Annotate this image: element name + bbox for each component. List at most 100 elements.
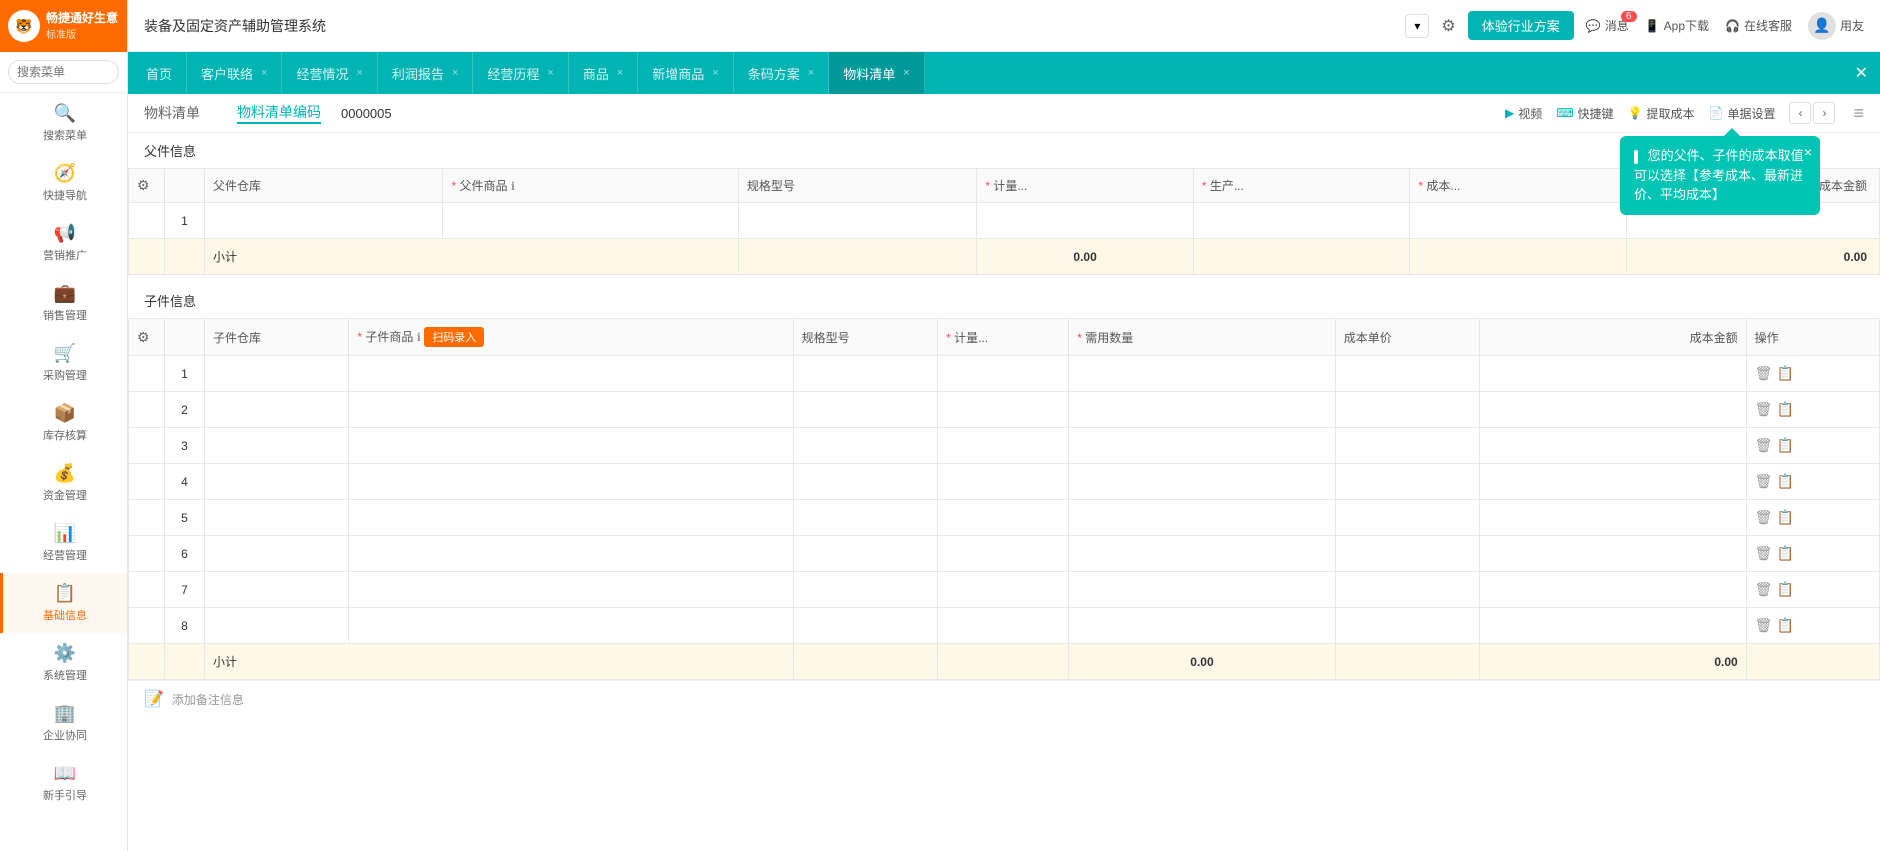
tab-goods[interactable]: 商品 × (569, 52, 638, 94)
child-r2-warehouse[interactable] (205, 392, 349, 428)
video-button[interactable]: ▶ 视频 (1505, 105, 1542, 122)
tooltip-close-button[interactable]: × (1804, 142, 1812, 163)
tab-profit[interactable]: 利润报告 × (378, 52, 473, 94)
user-action[interactable]: 👤 用友 (1808, 12, 1864, 40)
close-history-tab[interactable]: × (547, 67, 553, 79)
child-r7-warehouse[interactable] (205, 572, 349, 608)
child-r7-spec[interactable] (793, 572, 937, 608)
parent-production-cell[interactable] (1193, 203, 1410, 239)
child-r1-unit-cost[interactable] (1335, 356, 1479, 392)
close-client-tab[interactable]: × (261, 67, 267, 79)
sidebar-item-purchase[interactable]: 🛒 采购管理 (0, 333, 127, 393)
child-r4-unit[interactable] (938, 464, 1069, 500)
child-r3-quantity[interactable] (1069, 428, 1336, 464)
parent-goods-cell[interactable] (443, 203, 738, 239)
child-r2-spec[interactable] (793, 392, 937, 428)
child-r7-quantity[interactable] (1069, 572, 1336, 608)
child-r5-quantity[interactable] (1069, 500, 1336, 536)
prev-button[interactable]: ‹ (1789, 102, 1811, 124)
tab-bom[interactable]: 物料清单 × (829, 52, 924, 94)
child-r3-warehouse[interactable] (205, 428, 349, 464)
child-r1-unit[interactable] (938, 356, 1069, 392)
child-r6-warehouse[interactable] (205, 536, 349, 572)
child-r5-unit[interactable] (938, 500, 1069, 536)
tab-home[interactable]: 首页 (132, 52, 187, 94)
sidebar-item-system[interactable]: ⚙️ 系统管理 (0, 633, 127, 693)
bom-list-tab[interactable]: 物料清单 (144, 103, 200, 123)
child-r3-goods[interactable] (349, 428, 793, 464)
child-gear-icon[interactable]: ⚙ (137, 329, 150, 345)
tab-operations[interactable]: 经营情况 × (282, 52, 377, 94)
child-r4-unit-cost[interactable] (1335, 464, 1479, 500)
delete-icon-r2[interactable]: 🗑 (1755, 401, 1773, 418)
parent-gear-icon[interactable]: ⚙ (137, 177, 150, 193)
copy-icon-r4[interactable]: 📋 (1776, 473, 1793, 490)
child-r2-unit-cost[interactable] (1335, 392, 1479, 428)
bom-code-tab[interactable]: 物料清单编码 (237, 102, 321, 124)
parent-warehouse-cell[interactable] (205, 203, 443, 239)
parent-cost-cell[interactable] (1410, 203, 1627, 239)
sidebar-item-ops[interactable]: 📊 经营管理 (0, 513, 127, 573)
copy-icon-r6[interactable]: 📋 (1776, 545, 1793, 562)
child-r1-goods[interactable] (349, 356, 793, 392)
parent-unit-cell[interactable] (977, 203, 1194, 239)
sidebar-item-corp[interactable]: 🏢 企业协同 (0, 693, 127, 753)
child-r2-goods[interactable] (349, 392, 793, 428)
message-action[interactable]: 💬 消息 6 (1586, 17, 1629, 34)
close-bom-tab[interactable]: × (903, 67, 909, 79)
menu-icon[interactable]: ≡ (1849, 103, 1864, 124)
copy-icon-r8[interactable]: 📋 (1776, 617, 1793, 634)
child-r3-unit-cost[interactable] (1335, 428, 1479, 464)
app-download-action[interactable]: 📱 App下载 (1645, 17, 1709, 34)
tab-history[interactable]: 经营历程 × (473, 52, 568, 94)
delete-icon-r3[interactable]: 🗑 (1755, 437, 1773, 454)
delete-icon-r1[interactable]: 🗑 (1755, 365, 1773, 382)
close-operations-tab[interactable]: × (356, 67, 362, 79)
child-r8-spec[interactable] (793, 608, 937, 644)
system-dropdown[interactable]: ▾ (1405, 14, 1429, 38)
close-goods-tab[interactable]: × (617, 67, 623, 79)
delete-icon-r6[interactable]: 🗑 (1755, 545, 1773, 562)
child-r2-unit[interactable] (938, 392, 1069, 428)
child-r3-spec[interactable] (793, 428, 937, 464)
delete-icon-r4[interactable]: 🗑 (1755, 473, 1773, 490)
child-r5-spec[interactable] (793, 500, 937, 536)
tab-client[interactable]: 客户联络 × (187, 52, 282, 94)
child-r8-unit-cost[interactable] (1335, 608, 1479, 644)
note-text[interactable]: 添加备注信息 (172, 691, 244, 708)
child-r5-unit-cost[interactable] (1335, 500, 1479, 536)
child-r1-quantity[interactable] (1069, 356, 1336, 392)
scan-button[interactable]: 扫码录入 (424, 327, 484, 347)
child-r7-unit-cost[interactable] (1335, 572, 1479, 608)
sidebar-item-basic[interactable]: 📋 基础信息 (0, 573, 127, 633)
close-all-tabs[interactable]: ✕ (1847, 63, 1876, 83)
sidebar-item-guide[interactable]: 📖 新手引导 (0, 753, 127, 813)
sidebar-item-marketing[interactable]: 📢 营销推广 (0, 213, 127, 273)
child-r7-unit[interactable] (938, 572, 1069, 608)
delete-icon-r7[interactable]: 🗑 (1755, 581, 1773, 598)
shortcut-button[interactable]: ⌨ 快捷键 (1556, 105, 1613, 122)
trial-button[interactable]: 体验行业方案 (1468, 11, 1574, 40)
child-r8-warehouse[interactable] (205, 608, 349, 644)
sidebar-item-finance[interactable]: 💰 资金管理 (0, 453, 127, 513)
child-r8-unit[interactable] (938, 608, 1069, 644)
setting-button[interactable]: 📄 单据设置 (1709, 105, 1776, 122)
child-r8-goods[interactable] (349, 608, 793, 644)
search-input[interactable] (8, 60, 119, 84)
child-r4-quantity[interactable] (1069, 464, 1336, 500)
sidebar-item-quick-nav[interactable]: 🧭 快捷导航 (0, 153, 127, 213)
copy-icon-r2[interactable]: 📋 (1776, 401, 1793, 418)
next-button[interactable]: › (1813, 102, 1835, 124)
copy-icon-r1[interactable]: 📋 (1776, 365, 1793, 382)
child-r1-spec[interactable] (793, 356, 937, 392)
online-service-action[interactable]: 🎧 在线客服 (1725, 17, 1792, 34)
child-r1-warehouse[interactable] (205, 356, 349, 392)
child-r4-goods[interactable] (349, 464, 793, 500)
close-profit-tab[interactable]: × (452, 67, 458, 79)
child-r7-goods[interactable] (349, 572, 793, 608)
delete-icon-r5[interactable]: 🗑 (1755, 509, 1773, 526)
sidebar-item-inventory[interactable]: 📦 库存核算 (0, 393, 127, 453)
parent-spec-cell[interactable] (738, 203, 976, 239)
child-r6-goods[interactable] (349, 536, 793, 572)
child-r6-unit-cost[interactable] (1335, 536, 1479, 572)
